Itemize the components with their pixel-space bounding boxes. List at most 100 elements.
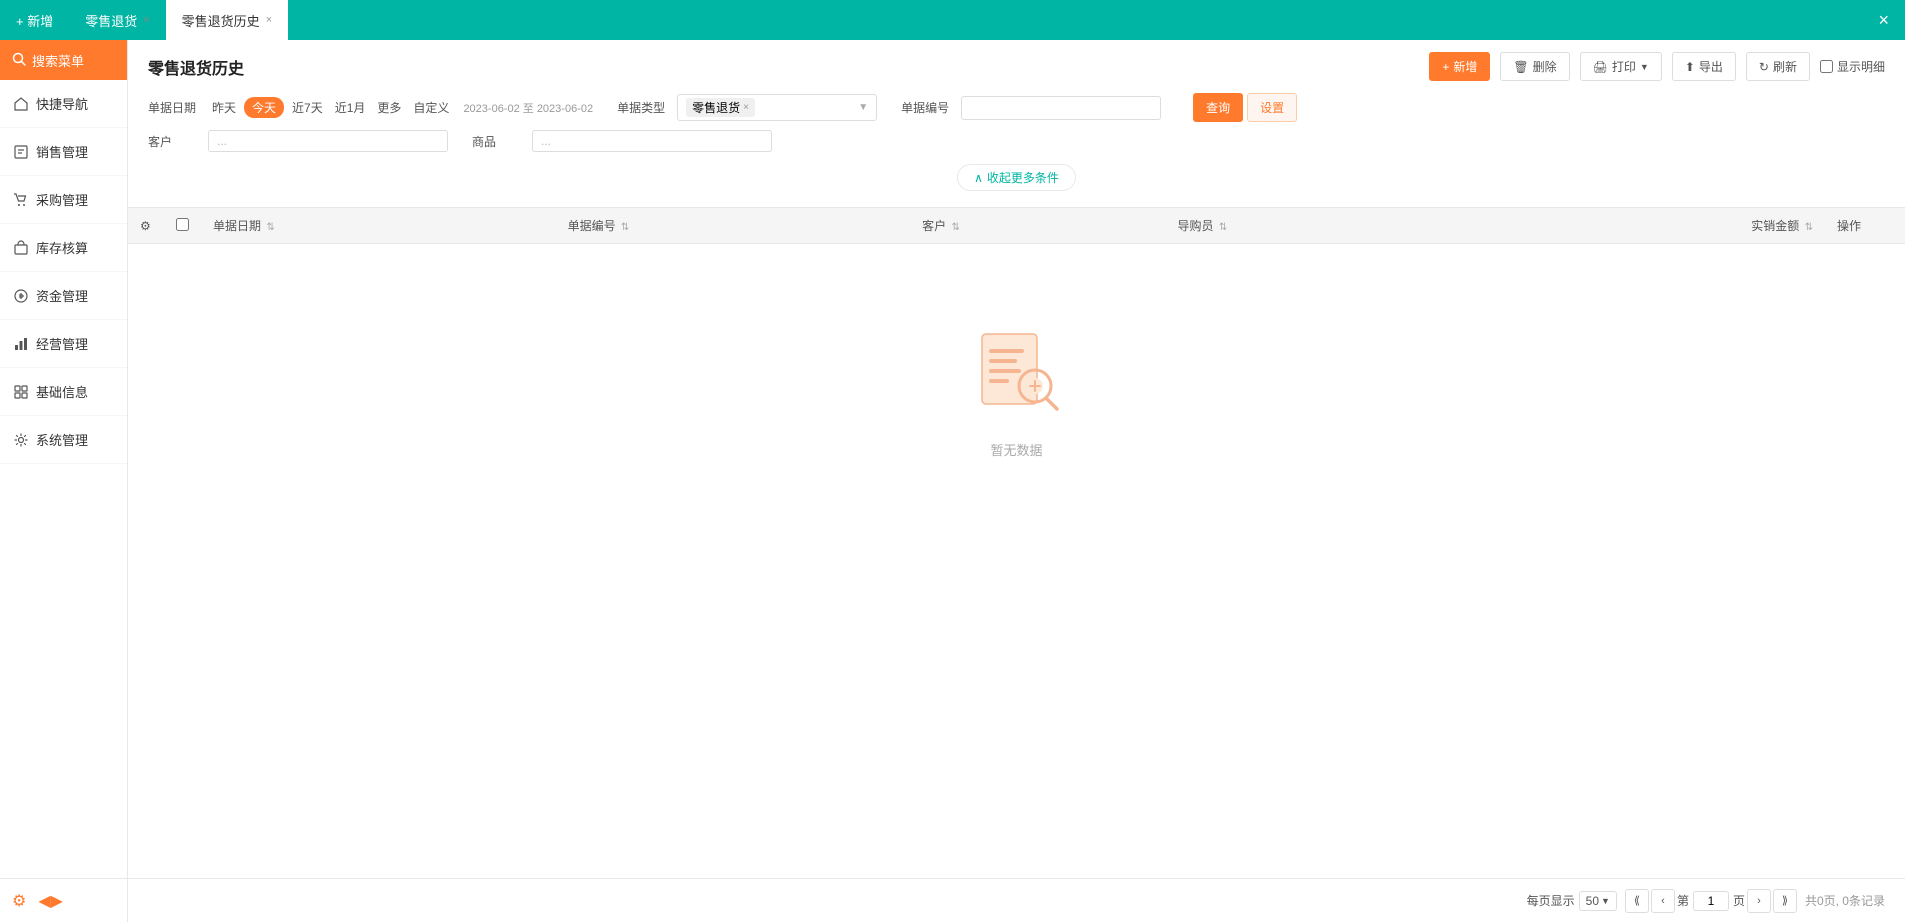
operations-icon bbox=[12, 335, 30, 353]
empty-illustration bbox=[967, 324, 1067, 424]
tab-retail-return[interactable]: 零售退货 × bbox=[69, 0, 165, 40]
customer-select[interactable]: ... bbox=[208, 130, 448, 152]
sidebar-item-inventory[interactable]: 库存核算 bbox=[0, 224, 127, 272]
filter-group-voucher: 单据编号 bbox=[901, 96, 1161, 120]
page-prev-button[interactable]: ‹ bbox=[1651, 889, 1675, 913]
th-amount[interactable]: 实销金额 ⇅ bbox=[1470, 208, 1825, 244]
settings-icon: ⚙ bbox=[140, 219, 151, 233]
page-label: 第 bbox=[1677, 892, 1689, 909]
th-date-label: 单据日期 bbox=[213, 219, 261, 233]
empty-state-row: 暂无数据 bbox=[128, 244, 1905, 540]
page-first-button[interactable]: ⟪ bbox=[1625, 889, 1649, 913]
refresh-button[interactable]: ↻ 刷新 bbox=[1746, 52, 1810, 81]
th-guide[interactable]: 导购员 ⇅ bbox=[1165, 208, 1470, 244]
print-label: 打印 bbox=[1612, 58, 1636, 75]
voucher-input[interactable] bbox=[961, 96, 1161, 120]
th-checkbox[interactable] bbox=[164, 208, 201, 244]
settings-button[interactable]: 设置 bbox=[1247, 93, 1297, 122]
settings-label: 设置 bbox=[1260, 99, 1284, 116]
th-date[interactable]: 单据日期 ⇅ bbox=[201, 208, 556, 244]
delete-label: 删除 bbox=[1533, 58, 1557, 75]
inventory-icon bbox=[12, 239, 30, 257]
select-all-checkbox[interactable] bbox=[176, 218, 189, 231]
show-detail-checkbox[interactable]: 显示明细 bbox=[1820, 58, 1885, 75]
show-detail-input[interactable] bbox=[1820, 60, 1833, 73]
delete-icon: 🗑 bbox=[1513, 60, 1528, 74]
export-button[interactable]: ⬆ 导出 bbox=[1672, 52, 1736, 81]
add-button[interactable]: + 新增 bbox=[1429, 52, 1490, 81]
tab-retail-return-history[interactable]: 零售退货历史 × bbox=[166, 0, 288, 40]
th-customer[interactable]: 客户 ⇅ bbox=[910, 208, 1165, 244]
export-label: 导出 bbox=[1699, 58, 1723, 75]
collapse-icon: ∧ bbox=[974, 171, 983, 185]
customer-placeholder: ... bbox=[217, 134, 227, 148]
type-filter-label: 单据类型 bbox=[617, 99, 677, 116]
sidebar-item-sales[interactable]: 销售管理 bbox=[0, 128, 127, 176]
page-input-box: 第 页 bbox=[1677, 891, 1745, 911]
empty-state: 暂无数据 bbox=[128, 244, 1905, 539]
number-sort-icon: ⇅ bbox=[621, 222, 629, 233]
basicinfo-icon bbox=[12, 383, 30, 401]
data-table: ⚙ 单据日期 ⇅ 单据编号 ⇅ bbox=[128, 208, 1905, 539]
print-icon: 🖨 bbox=[1593, 60, 1608, 74]
th-customer-label: 客户 bbox=[922, 219, 946, 233]
query-button[interactable]: 查询 bbox=[1193, 93, 1243, 122]
pagination-bar: 每页显示 50 ▼ ⟪ ‹ 第 页 › ⟫ 共0页, 0条记录 bbox=[128, 878, 1905, 922]
th-settings[interactable]: ⚙ bbox=[128, 208, 164, 244]
tab-retail-return-history-close[interactable]: × bbox=[266, 14, 272, 26]
empty-text: 暂无数据 bbox=[990, 440, 1042, 459]
type-select-arrow-icon: ▼ bbox=[858, 102, 868, 113]
sidebar-item-quicknav-label: 快捷导航 bbox=[36, 94, 88, 113]
tab-home[interactable]: + 新增 bbox=[0, 0, 69, 40]
refresh-icon: ↻ bbox=[1759, 60, 1769, 74]
th-amount-label: 实销金额 bbox=[1751, 219, 1799, 233]
page-size-select: 每页显示 50 ▼ bbox=[1527, 891, 1617, 911]
sidebar-item-basicinfo[interactable]: 基础信息 bbox=[0, 368, 127, 416]
goods-filter-label: 商品 bbox=[472, 133, 532, 150]
tab-retail-return-close[interactable]: × bbox=[143, 14, 149, 26]
date-btn-today[interactable]: 今天 bbox=[244, 97, 284, 118]
sidebar-item-finance[interactable]: 资金管理 bbox=[0, 272, 127, 320]
page-size-box[interactable]: 50 ▼ bbox=[1579, 891, 1617, 911]
empty-state-cell: 暂无数据 bbox=[128, 244, 1905, 540]
show-detail-label: 显示明细 bbox=[1837, 58, 1885, 75]
tab-retail-return-history-label: 零售退货历史 bbox=[182, 11, 260, 30]
sidebar-item-basicinfo-label: 基础信息 bbox=[36, 382, 88, 401]
window-close-button[interactable]: × bbox=[1862, 10, 1905, 31]
filter-date-btns: 昨天 今天 近7天 近1月 更多 自定义 2023-06-02 至 2023-0… bbox=[208, 97, 593, 118]
sales-icon bbox=[12, 143, 30, 161]
date-btn-7days[interactable]: 近7天 bbox=[288, 97, 327, 118]
sidebar-item-finance-label: 资金管理 bbox=[36, 286, 88, 305]
delete-button[interactable]: 🗑 删除 bbox=[1500, 52, 1569, 81]
tab-home-label: + 新增 bbox=[16, 11, 53, 30]
top-bar: + 新增 零售退货 × 零售退货历史 × × bbox=[0, 0, 1905, 40]
date-btn-yesterday[interactable]: 昨天 bbox=[208, 97, 240, 118]
date-range-text: 2023-06-02 至 2023-06-02 bbox=[463, 100, 593, 116]
goods-select[interactable]: ... bbox=[532, 130, 772, 152]
sidebar-item-operations[interactable]: 经营管理 bbox=[0, 320, 127, 368]
sidebar-item-system[interactable]: 系统管理 bbox=[0, 416, 127, 464]
sidebar-item-purchase[interactable]: 采购管理 bbox=[0, 176, 127, 224]
volume-bottom-icon[interactable]: ◀▶ bbox=[38, 891, 63, 911]
th-number[interactable]: 单据编号 ⇅ bbox=[556, 208, 911, 244]
page-next-button[interactable]: › bbox=[1747, 889, 1771, 913]
filter-group-goods: 商品 ... bbox=[472, 130, 772, 152]
search-icon bbox=[12, 52, 26, 69]
collapse-button[interactable]: ∧ 收起更多条件 bbox=[957, 164, 1076, 191]
settings-bottom-icon[interactable]: ⚙ bbox=[12, 891, 26, 911]
tab-retail-return-label: 零售退货 bbox=[85, 11, 137, 30]
type-select[interactable]: 零售退货 × ▼ bbox=[677, 94, 877, 121]
page-number-input[interactable] bbox=[1693, 891, 1729, 911]
date-btn-custom[interactable]: 自定义 bbox=[409, 97, 453, 118]
customer-sort-icon: ⇅ bbox=[951, 222, 959, 233]
page-last-button[interactable]: ⟫ bbox=[1773, 889, 1797, 913]
print-button[interactable]: 🖨 打印 ▼ bbox=[1580, 52, 1662, 81]
type-tag-remove[interactable]: × bbox=[743, 102, 749, 113]
add-label: 新增 bbox=[1453, 58, 1477, 75]
date-btn-1month[interactable]: 近1月 bbox=[331, 97, 370, 118]
total-info: 共0页, 0条记录 bbox=[1805, 892, 1885, 909]
sidebar-item-quicknav[interactable]: 快捷导航 bbox=[0, 80, 127, 128]
collapse-btn-wrapper: ∧ 收起更多条件 bbox=[148, 160, 1885, 199]
sidebar-search[interactable]: 搜索菜单 bbox=[0, 40, 127, 80]
date-btn-more[interactable]: 更多 bbox=[373, 97, 405, 118]
